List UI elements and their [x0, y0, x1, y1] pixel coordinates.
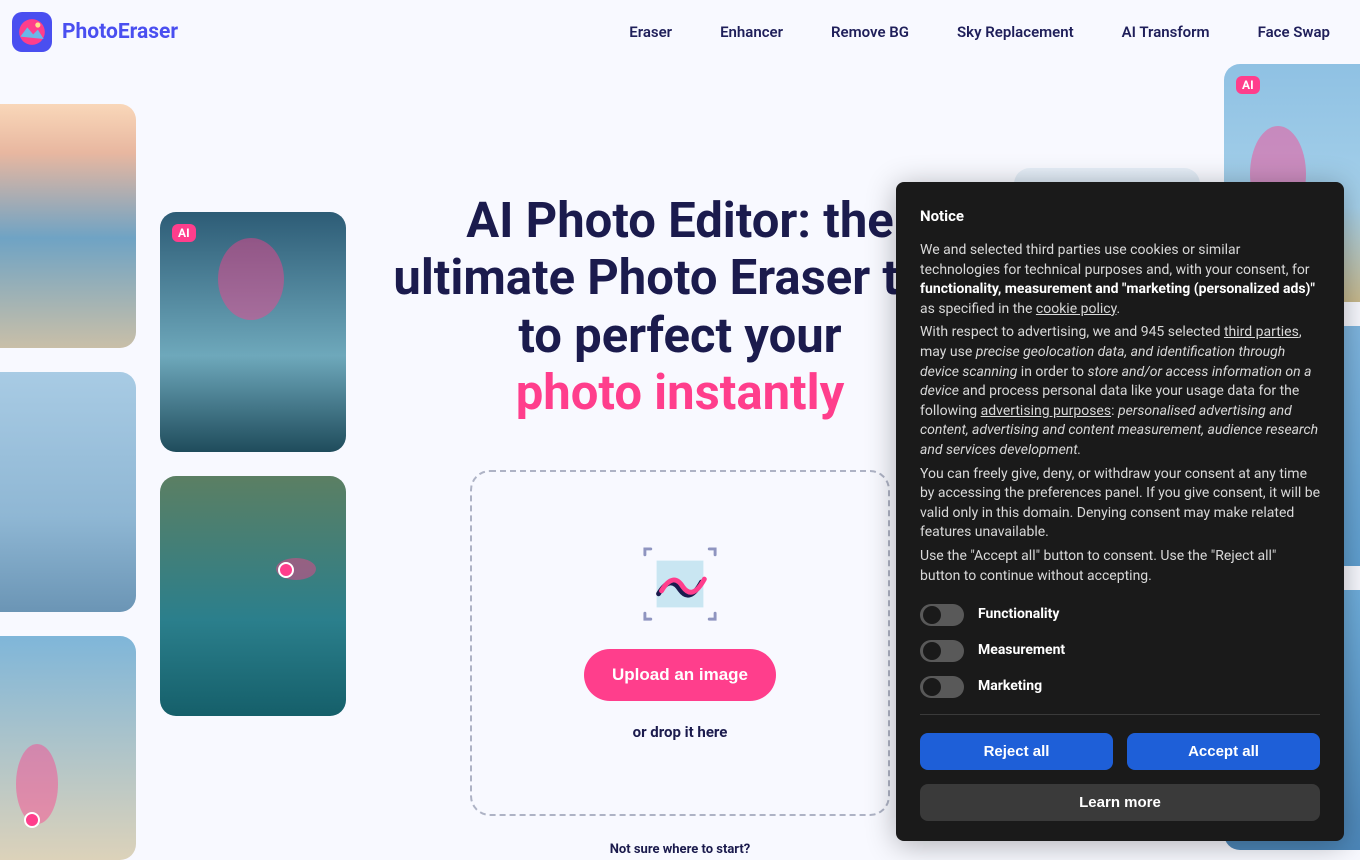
header: PhotoEraser Eraser Enhancer Remove BG Sk… — [0, 0, 1360, 64]
cookie-text-strong: functionality, measurement and "marketin… — [920, 281, 1315, 297]
toggle-measurement[interactable] — [920, 640, 964, 662]
cookie-text: : — [1111, 403, 1118, 419]
ai-badge: AI — [172, 224, 196, 242]
toggle-label: Functionality — [978, 605, 1059, 625]
cookie-policy-link[interactable]: cookie policy — [1036, 301, 1117, 317]
logo[interactable]: PhotoEraser — [12, 12, 178, 52]
cookie-toggles: Functionality Measurement Marketing — [920, 604, 1320, 715]
hero-line: AI Photo Editor: the — [466, 192, 894, 249]
nav-remove-bg[interactable]: Remove BG — [831, 23, 909, 41]
accept-all-button[interactable]: Accept all — [1127, 733, 1320, 770]
cookie-consent-modal: Notice We and selected third parties use… — [896, 182, 1344, 841]
sample-thumb — [0, 104, 136, 348]
logo-icon — [12, 12, 52, 52]
eraser-blob-icon — [16, 744, 58, 824]
toggle-marketing[interactable] — [920, 676, 964, 698]
reject-all-button[interactable]: Reject all — [920, 733, 1113, 770]
learn-more-button[interactable]: Learn more — [920, 784, 1320, 821]
brush-dot-icon — [278, 562, 294, 578]
eraser-blob-icon — [218, 238, 284, 320]
scribble-frame-icon — [641, 545, 719, 627]
hero-line: to perfect your — [518, 307, 841, 364]
cookie-text: With respect to advertising, we and 945 … — [920, 324, 1224, 340]
toggle-measurement-row: Measurement — [920, 640, 1320, 662]
cookie-title: Notice — [920, 206, 1320, 227]
nav-sky-replacement[interactable]: Sky Replacement — [957, 23, 1074, 41]
third-parties-link[interactable]: third parties — [1224, 324, 1299, 340]
sample-thumb — [160, 476, 346, 716]
cookie-text: We and selected third parties use cookie… — [920, 242, 1310, 278]
advertising-purposes-link[interactable]: advertising purposes — [981, 403, 1111, 419]
toggle-functionality-row: Functionality — [920, 604, 1320, 626]
sample-thumb: AI — [160, 212, 346, 452]
nav-enhancer[interactable]: Enhancer — [720, 23, 783, 41]
cookie-body: We and selected third parties use cookie… — [920, 241, 1320, 715]
sample-thumb — [0, 372, 136, 612]
cookie-text: in order to — [1017, 364, 1087, 380]
gallery-col-left-outer — [0, 104, 136, 860]
not-sure-hint: Not sure where to start? — [0, 842, 1360, 857]
cookie-text: as specified in the — [920, 301, 1036, 317]
nav-eraser[interactable]: Eraser — [629, 23, 672, 41]
toggle-label: Measurement — [978, 641, 1065, 661]
cookie-text: You can freely give, deny, or withdraw y… — [920, 465, 1320, 543]
cookie-text: Use the "Accept all" button to consent. … — [920, 547, 1320, 586]
hero-accent: photo instantly — [516, 364, 845, 421]
upload-dropzone[interactable]: Upload an image or drop it here — [470, 470, 890, 816]
hero-heading: AI Photo Editor: the ultimate Photo Eras… — [375, 192, 985, 421]
toggle-label: Marketing — [978, 677, 1042, 697]
nav-face-swap[interactable]: Face Swap — [1258, 23, 1330, 41]
drop-hint: or drop it here — [633, 723, 728, 741]
hero-line: ultimate Photo Eraser tool — [393, 249, 966, 306]
gallery-col-left-inner: AI — [160, 212, 346, 716]
cookie-actions: Reject all Accept all Learn more — [920, 733, 1320, 821]
hero: AI Photo Editor: the ultimate Photo Eras… — [375, 192, 985, 421]
main-nav: Eraser Enhancer Remove BG Sky Replacemen… — [629, 23, 1348, 41]
brush-dot-icon — [24, 812, 40, 828]
toggle-functionality[interactable] — [920, 604, 964, 626]
toggle-marketing-row: Marketing — [920, 676, 1320, 698]
ai-badge: AI — [1236, 76, 1260, 94]
logo-text: PhotoEraser — [62, 20, 178, 44]
upload-button[interactable]: Upload an image — [584, 649, 776, 701]
cookie-text: . — [1116, 301, 1120, 317]
sample-thumb — [0, 636, 136, 860]
nav-ai-transform[interactable]: AI Transform — [1122, 23, 1210, 41]
